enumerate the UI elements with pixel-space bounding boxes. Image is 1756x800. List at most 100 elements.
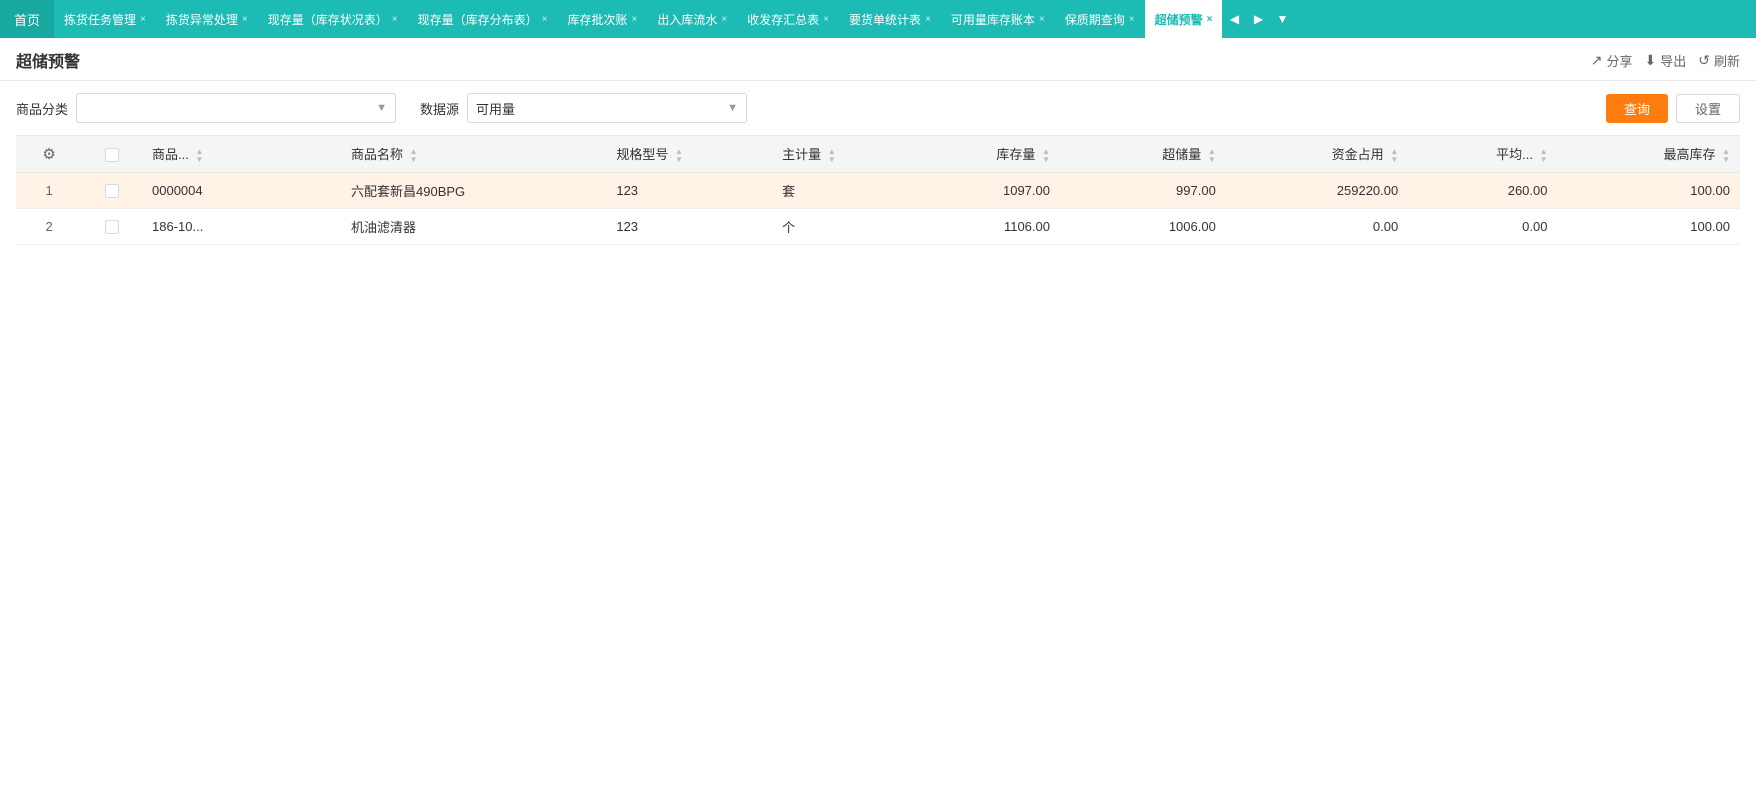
nav-arrow-right[interactable]: ▶ (1246, 0, 1270, 38)
row-checkbox[interactable] (105, 220, 119, 234)
refresh-button[interactable]: ↺ 刷新 (1698, 51, 1740, 70)
nav-close-7[interactable]: × (925, 14, 931, 25)
nav-close-3[interactable]: × (542, 14, 548, 25)
table-body: 1 0000004 六配套新昌490BPG 123 套 1097.00 997.… (16, 172, 1740, 244)
cell-code: 186-10... (142, 208, 341, 244)
filter-datasource-label: 数据源 (420, 99, 459, 118)
export-icon: ⬇ (1645, 52, 1657, 69)
export-button[interactable]: ⬇ 导出 (1645, 51, 1687, 70)
nav-close-2[interactable]: × (392, 14, 398, 25)
th-unit[interactable]: 主计量 ▲▼ (772, 136, 894, 173)
select-all-checkbox[interactable] (105, 148, 119, 162)
th-overstock[interactable]: 超储量 ▲▼ (1060, 136, 1226, 173)
cell-spec: 123 (606, 208, 772, 244)
cell-unit: 套 (772, 172, 894, 208)
query-button[interactable]: 查询 (1606, 94, 1668, 123)
sort-arrows-maxstock[interactable]: ▲▼ (1722, 148, 1730, 164)
cell-checkbox[interactable] (82, 172, 142, 208)
cell-checkbox[interactable] (82, 208, 142, 244)
row-checkbox[interactable] (105, 184, 119, 198)
cell-avg: 260.00 (1408, 172, 1557, 208)
nav-tab-2[interactable]: 现存量（库存状况表） × (258, 0, 408, 38)
cell-maxstock: 100.00 (1557, 172, 1740, 208)
nav-close-4[interactable]: × (631, 14, 637, 25)
sort-arrows-code[interactable]: ▲▼ (195, 148, 203, 164)
product-category-select[interactable]: ▼ (76, 93, 396, 123)
cell-capital: 0.00 (1226, 208, 1408, 244)
filter-datasource: 数据源 可用量 ▼ (420, 93, 747, 123)
cell-maxstock: 100.00 (1557, 208, 1740, 244)
cell-overstock: 1006.00 (1060, 208, 1226, 244)
cell-index: 1 (16, 172, 82, 208)
sort-arrows-name[interactable]: ▲▼ (410, 148, 418, 164)
nav-close-10[interactable]: × (1207, 14, 1213, 25)
filter-buttons: 查询 设置 (1606, 94, 1740, 123)
nav-close-1[interactable]: × (242, 14, 248, 25)
th-maxstock[interactable]: 最高库存 ▲▼ (1557, 136, 1740, 173)
nav-arrow-more[interactable]: ▼ (1270, 0, 1294, 38)
table-row[interactable]: 1 0000004 六配套新昌490BPG 123 套 1097.00 997.… (16, 172, 1740, 208)
cell-name: 六配套新昌490BPG (341, 172, 606, 208)
cell-code: 0000004 (142, 172, 341, 208)
refresh-icon: ↺ (1698, 52, 1710, 69)
nav-tab-7[interactable]: 要货单统计表 × (839, 0, 941, 38)
cell-name: 机油滤清器 (341, 208, 606, 244)
cell-overstock: 997.00 (1060, 172, 1226, 208)
cell-capital: 259220.00 (1226, 172, 1408, 208)
nav-close-9[interactable]: × (1129, 14, 1135, 25)
share-icon: ↗ (1591, 52, 1603, 69)
sort-arrows-spec[interactable]: ▲▼ (675, 148, 683, 164)
nav-home[interactable]: 首页 (0, 0, 54, 38)
nav-tab-0[interactable]: 拣货任务管理 × (54, 0, 156, 38)
cell-stock: 1097.00 (894, 172, 1060, 208)
page-header: 超储预警 ↗ 分享 ⬇ 导出 ↺ 刷新 (0, 38, 1756, 81)
datasource-arrow: ▼ (727, 102, 738, 114)
th-name[interactable]: 商品名称 ▲▼ (341, 136, 606, 173)
nav-tab-6[interactable]: 收发存汇总表 × (737, 0, 839, 38)
header-actions: ↗ 分享 ⬇ 导出 ↺ 刷新 (1591, 51, 1740, 70)
cell-unit: 个 (772, 208, 894, 244)
filter-area: 商品分类 ▼ 数据源 可用量 ▼ 查询 设置 (0, 81, 1756, 135)
th-avg[interactable]: 平均... ▲▼ (1408, 136, 1557, 173)
nav-tab-5[interactable]: 出入库流水 × (647, 0, 737, 38)
th-capital[interactable]: 资金占用 ▲▼ (1226, 136, 1408, 173)
table-row[interactable]: 2 186-10... 机油滤清器 123 个 1106.00 1006.00 … (16, 208, 1740, 244)
cell-spec: 123 (606, 172, 772, 208)
nav-close-8[interactable]: × (1039, 14, 1045, 25)
sort-arrows-overstock[interactable]: ▲▼ (1208, 148, 1216, 164)
filter-product-category-label: 商品分类 (16, 99, 68, 118)
data-table: ⚙ 商品... ▲▼ 商品名称 ▲▼ 规格型号 ▲▼ 主计 (16, 135, 1740, 245)
nav-tab-8[interactable]: 可用量库存账本 × (941, 0, 1055, 38)
nav-tab-3[interactable]: 现存量（库存分布表） × (408, 0, 558, 38)
sort-arrows-unit[interactable]: ▲▼ (828, 148, 836, 164)
nav-tab-9[interactable]: 保质期查询 × (1055, 0, 1145, 38)
table-container: ⚙ 商品... ▲▼ 商品名称 ▲▼ 规格型号 ▲▼ 主计 (0, 135, 1756, 245)
table-header-row: ⚙ 商品... ▲▼ 商品名称 ▲▼ 规格型号 ▲▼ 主计 (16, 136, 1740, 173)
th-spec[interactable]: 规格型号 ▲▼ (606, 136, 772, 173)
filter-product-category: 商品分类 ▼ (16, 93, 396, 123)
gear-icon[interactable]: ⚙ (40, 145, 58, 163)
th-settings[interactable]: ⚙ (16, 136, 82, 173)
th-stock[interactable]: 库存量 ▲▼ (894, 136, 1060, 173)
nav-arrow-left[interactable]: ◀ (1222, 0, 1246, 38)
share-button[interactable]: ↗ 分享 (1591, 51, 1633, 70)
datasource-select[interactable]: 可用量 ▼ (467, 93, 747, 123)
page-title: 超储预警 (16, 48, 80, 72)
th-code[interactable]: 商品... ▲▼ (142, 136, 341, 173)
datasource-value: 可用量 (476, 99, 515, 118)
sort-arrows-avg[interactable]: ▲▼ (1540, 148, 1548, 164)
nav-tab-1[interactable]: 拣货异常处理 × (156, 0, 258, 38)
sort-arrows-stock[interactable]: ▲▼ (1042, 148, 1050, 164)
nav-close-0[interactable]: × (140, 14, 146, 25)
nav-tab-10[interactable]: 超储预警 × (1145, 0, 1223, 38)
th-checkbox[interactable] (82, 136, 142, 173)
nav-close-6[interactable]: × (823, 14, 829, 25)
sort-arrows-capital[interactable]: ▲▼ (1390, 148, 1398, 164)
cell-avg: 0.00 (1408, 208, 1557, 244)
top-nav: 首页 拣货任务管理 × 拣货异常处理 × 现存量（库存状况表） × 现存量（库存… (0, 0, 1756, 38)
cell-index: 2 (16, 208, 82, 244)
nav-tab-4[interactable]: 库存批次账 × (557, 0, 647, 38)
cell-stock: 1106.00 (894, 208, 1060, 244)
setting-button[interactable]: 设置 (1676, 94, 1740, 123)
nav-close-5[interactable]: × (721, 14, 727, 25)
